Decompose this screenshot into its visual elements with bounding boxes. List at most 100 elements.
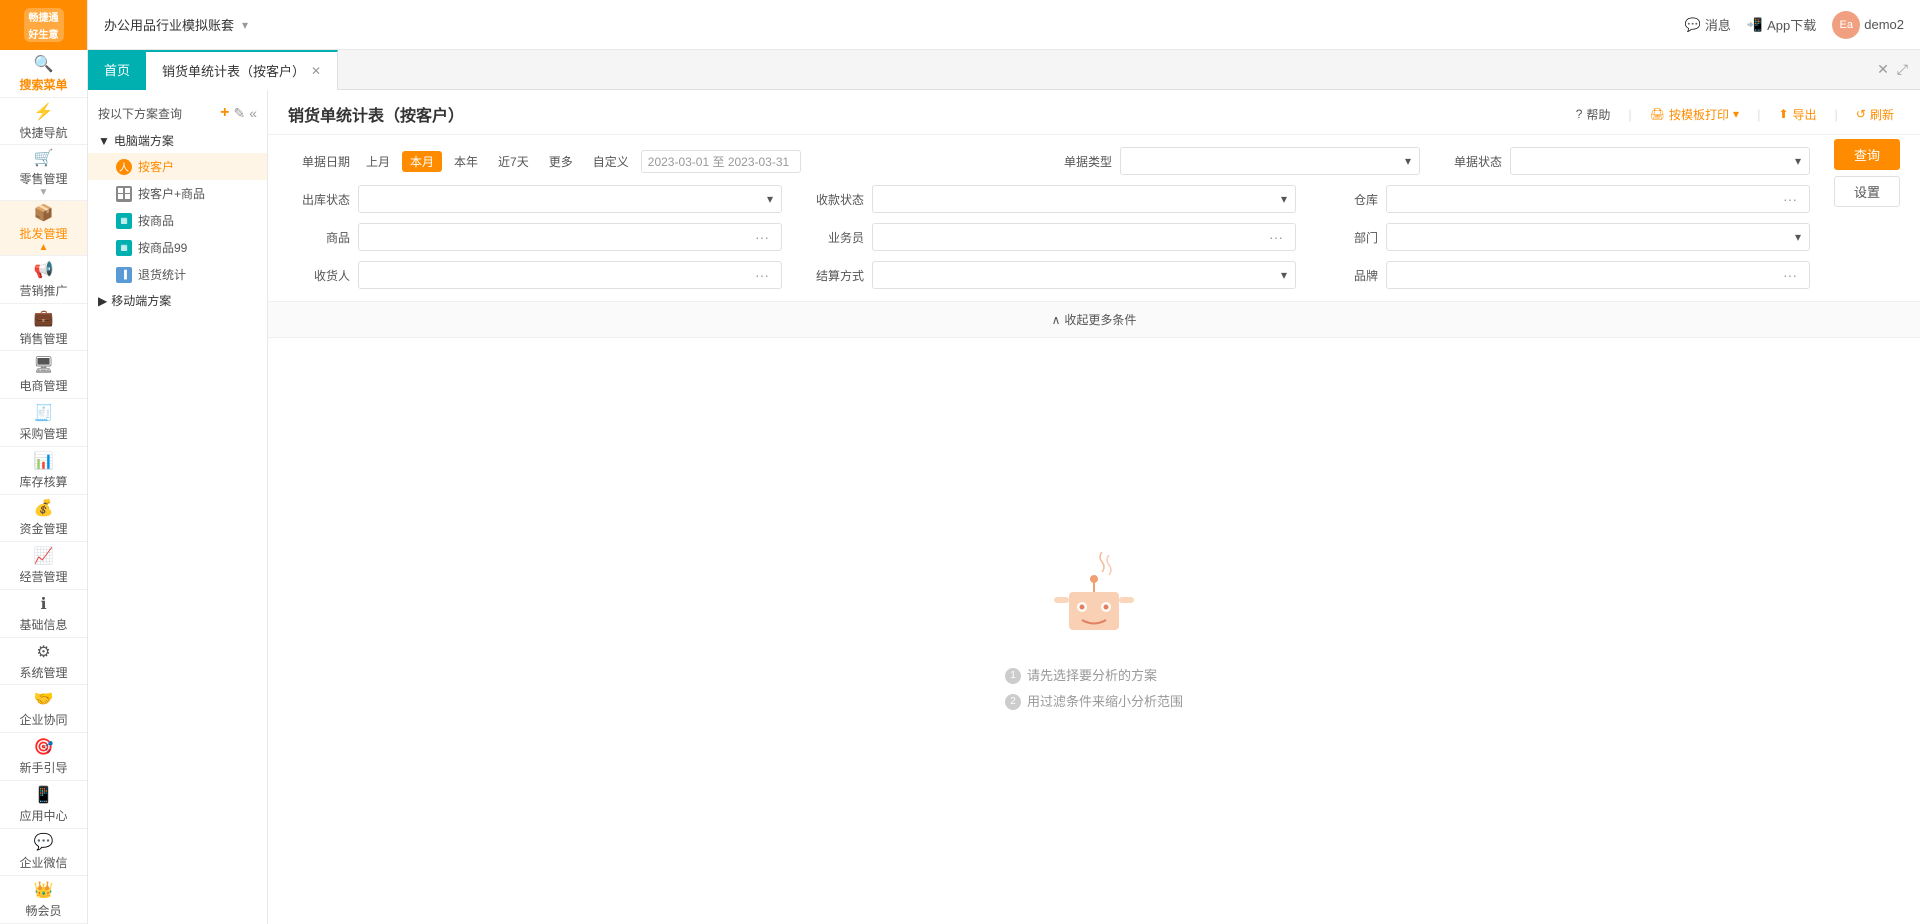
divider3: | (1835, 107, 1838, 122)
date-tab-more[interactable]: 更多 (541, 151, 581, 172)
settings-button[interactable]: 设置 (1834, 176, 1900, 207)
goods-label: 商品 (288, 229, 358, 246)
sidebar-item-basic-info[interactable]: ℹ 基础信息 (0, 590, 87, 638)
top-dropdown-icon[interactable]: ▾ (242, 18, 248, 32)
sidebar-item-enterprise-wechat[interactable]: 💬 企业微信 (0, 829, 87, 877)
scheme-item-by-goods-99[interactable]: ▦ 按商品99 (88, 234, 267, 261)
payment-status-label: 收款状态 (802, 191, 872, 208)
date-tab-last-month[interactable]: 上月 (358, 151, 398, 172)
template-print-button[interactable]: 🖨 按模板打印 ▾ (1644, 103, 1745, 126)
scheme-group-desktop: ▼ 电脑端方案 人 按客户 按客户+商品 ▦ (88, 128, 267, 288)
message-icon: 💬 (1685, 17, 1701, 33)
collapse-button[interactable]: ∧ 收起更多条件 (1040, 308, 1149, 331)
sidebar-item-search-menu[interactable]: 🔍 搜索菜单 (0, 50, 87, 98)
scheme-item-by-goods[interactable]: ▦ 按商品 (88, 207, 267, 234)
sidebar-item-retail[interactable]: 🛒 零售管理 ▼ (0, 145, 87, 200)
message-button[interactable]: 💬 消息 (1685, 15, 1731, 34)
sidebar-item-ecommerce[interactable]: 🖥 电商管理 (0, 351, 87, 399)
business-icon: 📈 (34, 546, 54, 566)
return-stat-scheme-icon: ▐ (116, 267, 132, 283)
customer-goods-scheme-icon (116, 186, 132, 202)
sidebar-item-marketing[interactable]: 📢 营销推广 (0, 256, 87, 304)
sidebar-item-sys[interactable]: ⚙ 系统管理 (0, 638, 87, 686)
export-button[interactable]: ⬆ 导出 (1772, 103, 1822, 126)
sidebar: 畅捷通 好生意 🔍 搜索菜单 ⚡ 快捷导航 🛒 零售管理 ▼ 📦 批发管理 ▲ … (0, 0, 88, 924)
department-dropdown-icon: ▾ (1795, 230, 1801, 244)
tab-sales-stat[interactable]: 销货单统计表（按客户） ✕ (146, 50, 338, 90)
scheme-group-mobile: ▶ 移动端方案 (88, 288, 267, 313)
close-tab-icon[interactable]: ✕ (311, 64, 321, 78)
sidebar-item-member[interactable]: 👑 畅会员 (0, 876, 87, 924)
salesperson-more-icon[interactable]: ··· (1265, 229, 1287, 245)
date-tab-this-year[interactable]: 本年 (446, 151, 486, 172)
sidebar-item-enterprise[interactable]: 🤝 企业协同 (0, 685, 87, 733)
wholesale-icon: 📦 (34, 203, 54, 223)
app-download-button[interactable]: 📲 App下载 (1747, 15, 1816, 34)
query-button[interactable]: 查询 (1834, 139, 1900, 170)
sidebar-item-inventory[interactable]: 📊 库存核算 (0, 447, 87, 495)
warehouse-select[interactable]: ··· (1386, 185, 1810, 213)
close-window-icon[interactable]: ✕ (1877, 61, 1889, 78)
out-status-select[interactable]: ▾ (358, 185, 782, 213)
empty-hint-2: 2 用过滤条件来缩小分析范围 (1005, 689, 1183, 715)
newbie-icon: 🎯 (34, 737, 54, 757)
sidebar-item-wholesale[interactable]: 📦 批发管理 ▲ (0, 201, 87, 256)
expand-icon: ▼ (39, 187, 49, 198)
doc-type-select[interactable]: ▾ (1120, 147, 1420, 175)
date-range-display[interactable]: 2023-03-01 至 2023-03-31 (641, 150, 801, 173)
empty-text: 1 请先选择要分析的方案 2 用过滤条件来缩小分析范围 (1005, 663, 1183, 715)
scheme-group-desktop-header[interactable]: ▼ 电脑端方案 (88, 128, 267, 153)
export-icon: ⬆ (1778, 107, 1788, 121)
sidebar-item-quick-nav[interactable]: ⚡ 快捷导航 (0, 98, 87, 146)
sidebar-item-purchase[interactable]: 🧾 采购管理 (0, 399, 87, 447)
date-label: 单据日期 (288, 153, 358, 170)
scheme-group-mobile-header[interactable]: ▶ 移动端方案 (88, 288, 267, 313)
sidebar-item-business[interactable]: 📈 经营管理 (0, 542, 87, 590)
sidebar-item-sales[interactable]: 💼 销售管理 (0, 304, 87, 352)
query-action-area: 查询 设置 (1834, 139, 1900, 207)
payment-status-select[interactable]: ▾ (872, 185, 1296, 213)
help-button[interactable]: ? 帮助 (1570, 103, 1617, 126)
warehouse-more-icon[interactable]: ··· (1779, 191, 1801, 207)
date-tab-last-7days[interactable]: 近7天 (490, 151, 537, 172)
empty-state: 1 请先选择要分析的方案 2 用过滤条件来缩小分析范围 (268, 338, 1920, 924)
goods-more-icon[interactable]: ··· (751, 229, 773, 245)
filter-row-1: 单据日期 上月 本月 本年 近7天 更多 自定义 2023-03-01 至 20… (288, 147, 1900, 175)
add-scheme-icon[interactable]: + (220, 104, 229, 122)
brand-select[interactable]: ··· (1386, 261, 1810, 289)
header-left: 办公用品行业模拟账套 ▾ (104, 15, 248, 34)
refresh-icon: ↺ (1856, 107, 1866, 121)
scheme-item-return-stat[interactable]: ▐ 退货统计 (88, 261, 267, 288)
goods-scheme-icon: ▦ (116, 213, 132, 229)
sidebar-item-finance[interactable]: 💰 资金管理 (0, 495, 87, 543)
wechat-icon: 💬 (34, 832, 54, 852)
receiver-more-icon[interactable]: ··· (751, 267, 773, 283)
print-icon: 🖨 (1650, 107, 1665, 121)
refresh-button[interactable]: ↺ 刷新 (1850, 103, 1900, 126)
department-select[interactable]: ▾ (1386, 223, 1810, 251)
app-logo: 畅捷通 好生意 (0, 0, 87, 50)
goods-select[interactable]: ··· (358, 223, 782, 251)
header-right: 💬 消息 📲 App下载 Ea demo2 (1685, 11, 1904, 39)
brand-more-icon[interactable]: ··· (1779, 267, 1801, 283)
edit-scheme-icon[interactable]: ✎ (233, 105, 245, 122)
date-tab-custom[interactable]: 自定义 (585, 151, 637, 172)
sidebar-item-app-center[interactable]: 📱 应用中心 (0, 781, 87, 829)
salesperson-select[interactable]: ··· (872, 223, 1296, 251)
collapse-scheme-icon[interactable]: « (249, 105, 257, 121)
inventory-icon: 📊 (34, 451, 54, 471)
maximize-icon[interactable]: ⤢ (1897, 61, 1908, 78)
date-tab-this-month[interactable]: 本月 (402, 151, 442, 172)
finance-icon: 💰 (34, 498, 54, 518)
help-icon: ? (1576, 107, 1583, 121)
tab-home[interactable]: 首页 (88, 50, 146, 90)
scheme-panel: 按以下方案查询 + ✎ « ▼ 电脑端方案 人 按客户 (88, 90, 268, 924)
settlement-select[interactable]: ▾ (872, 261, 1296, 289)
sidebar-item-newbie[interactable]: 🎯 新手引导 (0, 733, 87, 781)
user-menu-button[interactable]: Ea demo2 (1832, 11, 1904, 39)
receiver-select[interactable]: ··· (358, 261, 782, 289)
scheme-item-by-customer[interactable]: 人 按客户 (88, 153, 267, 180)
scheme-item-by-customer-goods[interactable]: 按客户+商品 (88, 180, 267, 207)
doc-status-select[interactable]: ▾ (1510, 147, 1810, 175)
filter-row-3: 商品 ··· 业务员 ··· 部门 ▾ (288, 223, 1900, 251)
